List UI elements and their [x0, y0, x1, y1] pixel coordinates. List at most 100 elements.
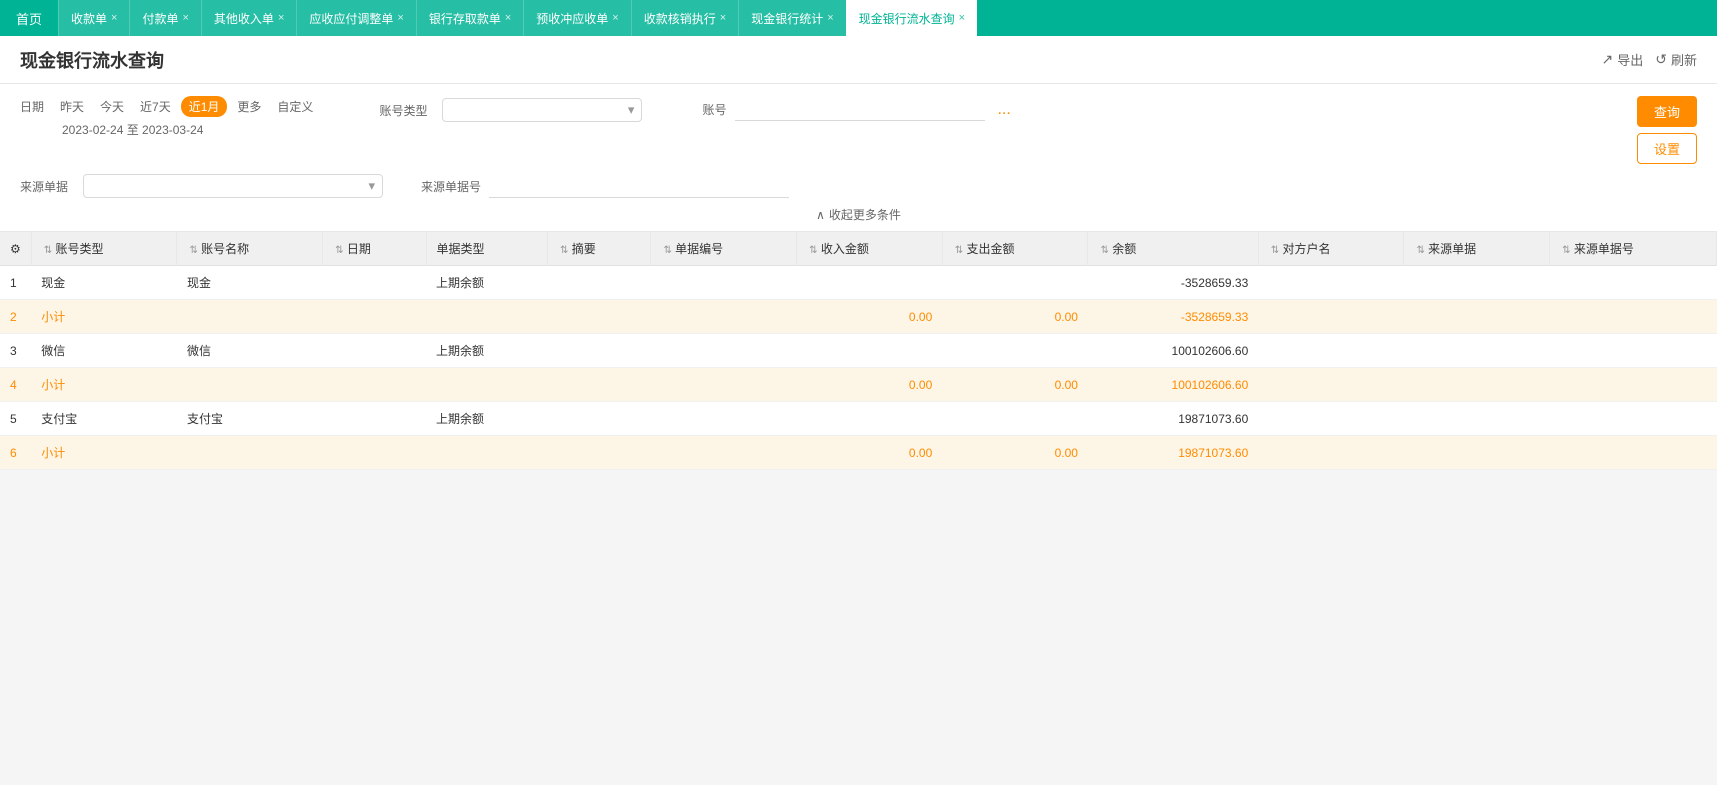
collapse-bar: ∧ 收起更多条件: [20, 206, 1697, 223]
date-btn-yesterday[interactable]: 昨天: [54, 96, 90, 117]
nav-tab-8[interactable]: 现金银行流水查询 ×: [846, 0, 977, 36]
query-button[interactable]: 查询: [1637, 96, 1697, 127]
sort-icon: ⇅: [663, 245, 671, 256]
account-type-label: 账号类型: [379, 102, 434, 119]
nav-tab-2[interactable]: 其他收入单 ×: [201, 0, 296, 36]
table-row: 1现金现金上期余额-3528659.33: [0, 266, 1717, 300]
close-icon[interactable]: ×: [612, 12, 618, 24]
table-row: 2小计0.000.00-3528659.33: [0, 300, 1717, 334]
table-cell: [942, 266, 1088, 300]
table-cell: [1258, 402, 1404, 436]
table-cell: 6: [0, 436, 31, 470]
table-cell: 小计: [31, 368, 177, 402]
date-btn-custom[interactable]: 自定义: [271, 96, 319, 117]
date-btn-more[interactable]: 更多: [231, 96, 267, 117]
close-icon[interactable]: ×: [111, 12, 117, 24]
table-cell: [426, 436, 547, 470]
date-buttons: 昨天 今天 近7天 近1月 更多 自定义: [54, 96, 319, 117]
nav-tab-4[interactable]: 银行存取款单 ×: [416, 0, 523, 36]
sort-icon: ⇅: [1562, 245, 1570, 256]
table-cell: [1550, 334, 1717, 368]
table-cell: 1: [0, 266, 31, 300]
table-cell: 小计: [31, 300, 177, 334]
table-cell: 100102606.60: [1088, 368, 1258, 402]
close-icon[interactable]: ×: [397, 12, 403, 24]
table-cell: 5: [0, 402, 31, 436]
col-source-doc-no[interactable]: ⇅ 来源单据号: [1550, 232, 1717, 266]
table-cell: [942, 334, 1088, 368]
nav-tab-3[interactable]: 应收应付调整单 ×: [296, 0, 415, 36]
refresh-button[interactable]: ↺ 刷新: [1655, 50, 1697, 69]
table-cell: [651, 300, 797, 334]
table-cell: [1550, 402, 1717, 436]
table-cell: [323, 436, 426, 470]
table-cell: [1550, 368, 1717, 402]
nav-tab-0[interactable]: 收款单 ×: [58, 0, 129, 36]
sort-icon: ⇅: [335, 245, 343, 256]
collapse-button[interactable]: ∧ 收起更多条件: [816, 206, 901, 223]
table-cell: [1258, 334, 1404, 368]
table-cell: -3528659.33: [1088, 266, 1258, 300]
table-cell: 上期余额: [426, 402, 547, 436]
table-cell: [942, 402, 1088, 436]
col-date[interactable]: ⇅ 日期: [323, 232, 426, 266]
export-button[interactable]: ↗ 导出: [1602, 50, 1644, 69]
sort-icon: ⇅: [1271, 245, 1279, 256]
date-btn-1month[interactable]: 近1月: [181, 96, 228, 117]
col-account-name[interactable]: ⇅ 账号名称: [177, 232, 323, 266]
col-account-type[interactable]: ⇅ 账号类型: [31, 232, 177, 266]
source-doc-select[interactable]: [83, 174, 383, 198]
date-btn-today[interactable]: 今天: [94, 96, 130, 117]
col-balance[interactable]: ⇅ 余额: [1088, 232, 1258, 266]
col-source-doc[interactable]: ⇅ 来源单据: [1404, 232, 1550, 266]
table-cell: [548, 300, 651, 334]
table-row: 3微信微信上期余额100102606.60: [0, 334, 1717, 368]
chevron-up-icon: ∧: [816, 208, 825, 222]
col-summary[interactable]: ⇅ 摘要: [548, 232, 651, 266]
col-counterparty[interactable]: ⇅ 对方户名: [1258, 232, 1404, 266]
settings-button[interactable]: 设置: [1637, 133, 1697, 164]
table-cell: [797, 402, 943, 436]
close-icon[interactable]: ×: [182, 12, 188, 24]
nav-tab-7[interactable]: 现金银行统计 ×: [738, 0, 845, 36]
nav-tab-6[interactable]: 收款核销执行 ×: [631, 0, 738, 36]
table-cell: [323, 368, 426, 402]
nav-tab-1[interactable]: 付款单 ×: [129, 0, 200, 36]
close-icon[interactable]: ×: [278, 12, 284, 24]
sort-icon: ⇅: [189, 245, 197, 256]
table-cell: 3: [0, 334, 31, 368]
col-income[interactable]: ⇅ 收入金额: [797, 232, 943, 266]
account-label: 账号: [702, 101, 727, 118]
close-icon[interactable]: ×: [959, 12, 965, 24]
account-type-select[interactable]: [442, 98, 642, 122]
table-cell: 19871073.60: [1088, 402, 1258, 436]
col-doc-no[interactable]: ⇅ 单据编号: [651, 232, 797, 266]
close-icon[interactable]: ×: [827, 12, 833, 24]
col-expense[interactable]: ⇅ 支出金额: [942, 232, 1088, 266]
table-cell: [651, 436, 797, 470]
account-dots-button[interactable]: ...: [997, 101, 1010, 119]
table-cell: 支付宝: [31, 402, 177, 436]
date-btn-7days[interactable]: 近7天: [134, 96, 177, 117]
nav-home[interactable]: 首页: [0, 0, 58, 36]
sort-icon: ⇅: [44, 245, 52, 256]
header-actions: ↗ 导出 ↺ 刷新: [1602, 50, 1698, 69]
account-input[interactable]: [735, 98, 985, 121]
table-cell: 0.00: [942, 300, 1088, 334]
column-settings[interactable]: ⚙: [0, 232, 31, 266]
table-cell: 19871073.60: [1088, 436, 1258, 470]
table-cell: [1404, 300, 1550, 334]
table-cell: [548, 266, 651, 300]
table-row: 6小计0.000.0019871073.60: [0, 436, 1717, 470]
nav-tab-5[interactable]: 预收冲应收单 ×: [523, 0, 630, 36]
table-cell: 0.00: [797, 436, 943, 470]
table-cell: [177, 368, 323, 402]
filter-section: 日期 昨天 今天 近7天 近1月 更多 自定义 2023-02-24 至 202…: [0, 84, 1717, 232]
table-cell: [1550, 300, 1717, 334]
table-cell: [1258, 300, 1404, 334]
close-icon[interactable]: ×: [505, 12, 511, 24]
close-icon[interactable]: ×: [720, 12, 726, 24]
table-cell: 支付宝: [177, 402, 323, 436]
table-cell: 4: [0, 368, 31, 402]
source-doc-no-input[interactable]: [489, 175, 789, 198]
